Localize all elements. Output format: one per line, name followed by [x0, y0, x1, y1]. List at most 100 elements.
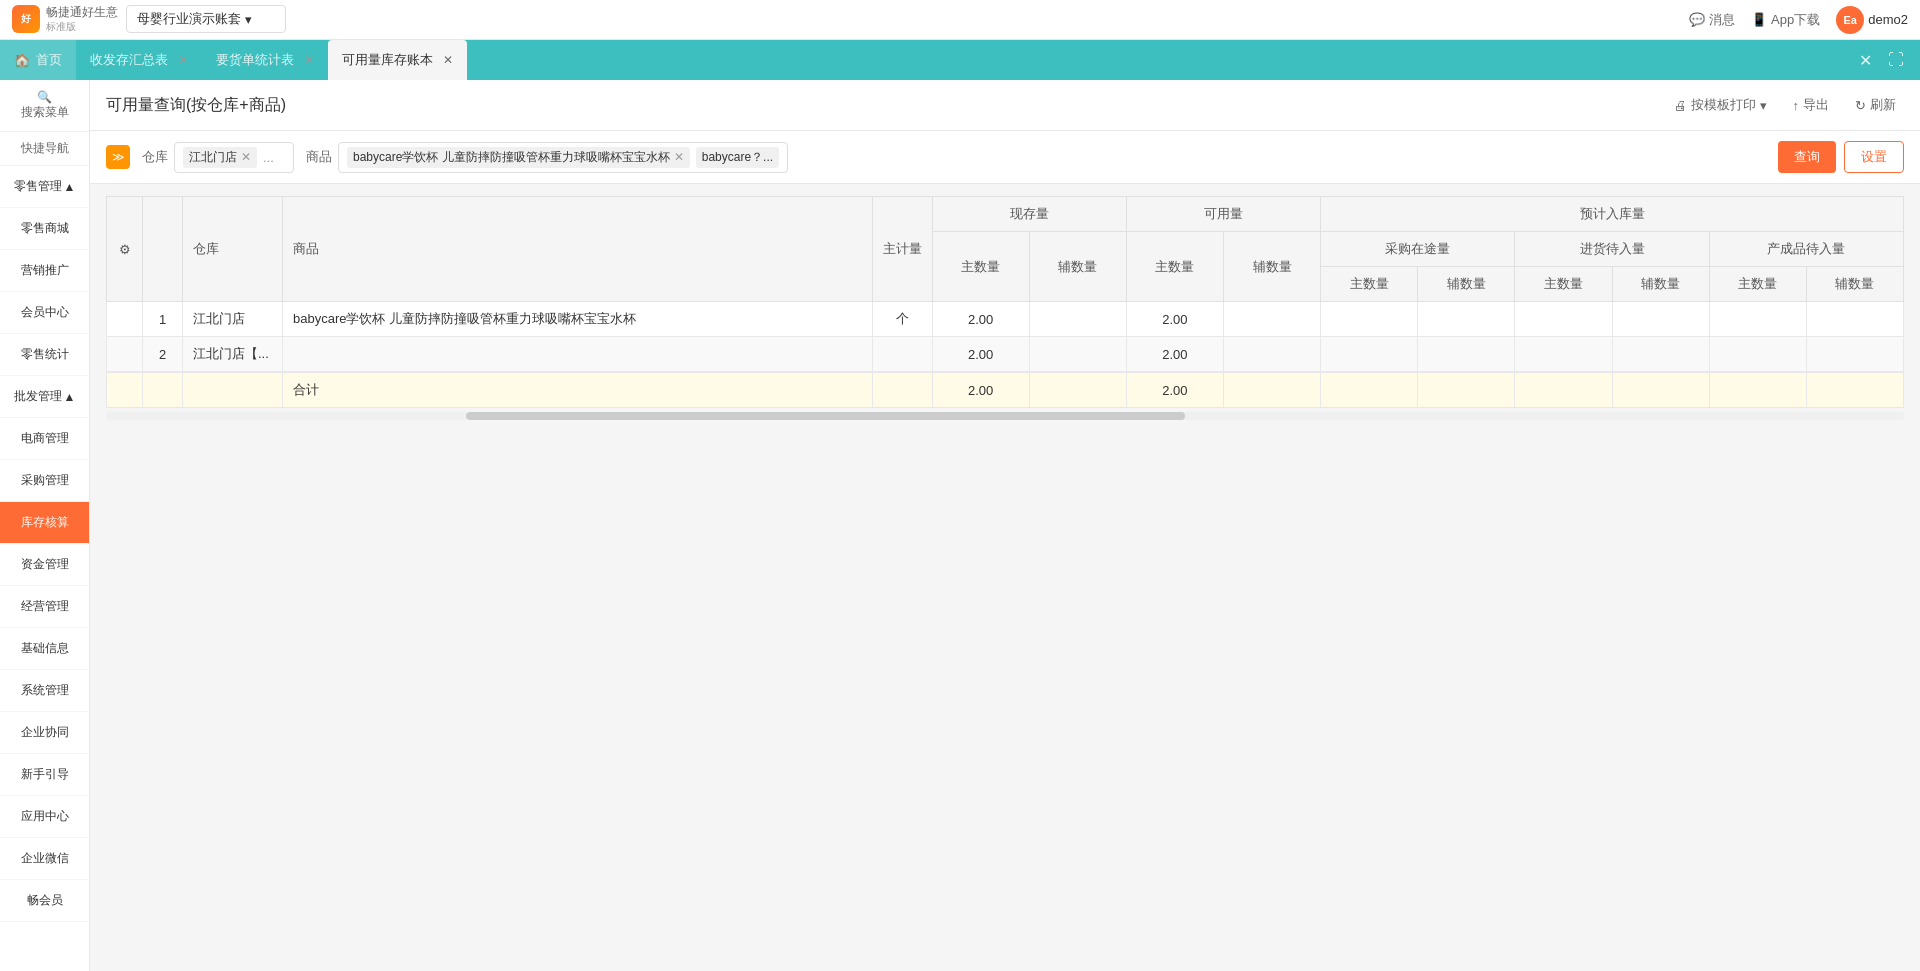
export-btn[interactable]: ↑ 导出 — [1785, 92, 1838, 118]
print-btn[interactable]: 🖨 按模板打印 ▾ — [1666, 92, 1775, 118]
col-purchase-main: 主数量 — [1321, 267, 1418, 302]
logo-area: 好 畅捷通好生意 标准版 — [12, 5, 118, 33]
warehouse-filter-label: 仓库 — [142, 148, 168, 166]
footer-label: 合计 — [283, 372, 873, 408]
col-product-header: 商品 — [283, 197, 873, 302]
sidebar-item-marketing[interactable]: 营销推广 — [0, 250, 89, 292]
tab-order-close[interactable]: ✕ — [304, 53, 314, 67]
sidebar-item-wholesale[interactable]: 批发管理 ▲ — [0, 376, 89, 418]
sidebar-nav-label: 快捷导航 — [21, 141, 69, 155]
col-products-main: 主数量 — [1709, 267, 1806, 302]
refresh-btn[interactable]: ↻ 刷新 — [1847, 92, 1904, 118]
sidebar-item-guide[interactable]: 新手引导 — [0, 754, 89, 796]
print-icon: 🖨 — [1674, 98, 1687, 113]
row1-avail-aux — [1223, 302, 1320, 337]
sidebar-item-system-label: 系统管理 — [21, 682, 69, 699]
row2-current-aux — [1029, 337, 1126, 373]
row1-incoming-aux — [1612, 302, 1709, 337]
tab-bar: 🏠 首页 收发存汇总表 ✕ 要货单统计表 ✕ 可用量库存账本 ✕ ✕ ⛶ — [0, 40, 1920, 80]
sidebar-item-retail-mall[interactable]: 零售商城 — [0, 208, 89, 250]
product-input[interactable]: babycare学饮杯 儿童防摔防撞吸管杯重力球吸嘴杯宝宝水杯 ✕ babyca… — [338, 142, 788, 173]
product-tag-value: babycare学饮杯 儿童防摔防撞吸管杯重力球吸嘴杯宝宝水杯 — [353, 149, 670, 166]
warehouse-input[interactable]: 江北门店 ✕ ... — [174, 142, 294, 173]
sidebar-item-finance[interactable]: 资金管理 — [0, 544, 89, 586]
export-label: 导出 — [1803, 96, 1829, 114]
tab-receive[interactable]: 收发存汇总表 ✕ — [76, 40, 202, 80]
sidebar-item-app-center-label: 应用中心 — [21, 808, 69, 825]
sidebar-item-retail-mgmt[interactable]: 零售管理 ▲ — [0, 166, 89, 208]
top-bar: 好 畅捷通好生意 标准版 母婴行业演示账套 ▾ 💬 消息 📱 App下载 Ea … — [0, 0, 1920, 40]
sidebar-item-ecommerce[interactable]: 电商管理 — [0, 418, 89, 460]
footer-products-aux — [1806, 372, 1903, 408]
sidebar-item-wholesale-label: 批发管理 — [14, 388, 62, 405]
message-icon: 💬 — [1689, 12, 1705, 27]
row1-avail-main: 2.00 — [1126, 302, 1223, 337]
filter-toggle[interactable]: ≫ — [106, 145, 130, 169]
tab-order[interactable]: 要货单统计表 ✕ — [202, 40, 328, 80]
col-warehouse-header: 仓库 — [183, 197, 283, 302]
footer-products-main — [1709, 372, 1806, 408]
sidebar-item-operations[interactable]: 经营管理 — [0, 586, 89, 628]
tab-home-label: 首页 — [36, 51, 62, 69]
page-title: 可用量查询(按仓库+商品) — [106, 95, 286, 116]
sidebar-item-purchase[interactable]: 采购管理 — [0, 460, 89, 502]
chevron-down-icon: ▾ — [245, 12, 252, 27]
tab-home[interactable]: 🏠 首页 — [0, 40, 76, 80]
logo-sub: 标准版 — [46, 20, 118, 34]
query-button[interactable]: 查询 — [1778, 141, 1836, 173]
sidebar-item-member[interactable]: 会员中心 — [0, 292, 89, 334]
table-container: ⚙ 仓库 商品 主计量 现存量 可用量 预计入库量 主数量 辅数量 主数量 辅数… — [90, 184, 1920, 971]
horizontal-scrollbar[interactable] — [106, 412, 1904, 420]
scrollbar-thumb[interactable] — [466, 412, 1185, 420]
col-seq — [143, 197, 183, 302]
sidebar-nav[interactable]: 快捷导航 — [0, 132, 89, 166]
sidebar-item-wechat[interactable]: 企业微信 — [0, 838, 89, 880]
sidebar-item-finance-label: 资金管理 — [21, 556, 69, 573]
row1-purchase-aux — [1418, 302, 1515, 337]
col-products-aux: 辅数量 — [1806, 267, 1903, 302]
footer-incoming-main — [1515, 372, 1612, 408]
col-products-pending-header: 产成品待入量 — [1709, 232, 1903, 267]
row1-incoming-main — [1515, 302, 1612, 337]
sidebar-item-inventory[interactable]: 库存核算 — [0, 502, 89, 544]
sidebar-item-purchase-label: 采购管理 — [21, 472, 69, 489]
row2-products-main — [1709, 337, 1806, 373]
col-purchase-aux: 辅数量 — [1418, 267, 1515, 302]
warehouse-more[interactable]: ... — [263, 150, 274, 165]
row2-warehouse: 江北门店【... — [183, 337, 283, 373]
app-download-action[interactable]: 📱 App下载 — [1751, 11, 1820, 29]
refresh-icon: ↻ — [1855, 98, 1866, 113]
settings-button[interactable]: 设置 — [1844, 141, 1904, 173]
sidebar-search[interactable]: 🔍 搜索菜单 — [0, 80, 89, 132]
product-tag: babycare学饮杯 儿童防摔防撞吸管杯重力球吸嘴杯宝宝水杯 ✕ — [347, 147, 690, 168]
tab-expand-icon[interactable]: ⛶ — [1884, 47, 1908, 73]
row1-products-aux — [1806, 302, 1903, 337]
row1-purchase-main — [1321, 302, 1418, 337]
product-tag-more-value: babycare？... — [702, 149, 773, 166]
sidebar-item-basics-label: 基础信息 — [21, 640, 69, 657]
product-tag-close[interactable]: ✕ — [674, 150, 684, 164]
col-settings[interactable]: ⚙ — [107, 197, 143, 302]
warehouse-tag: 江北门店 ✕ — [183, 147, 257, 168]
chevron-wholesale-icon: ▲ — [64, 390, 76, 404]
sidebar-item-system[interactable]: 系统管理 — [0, 670, 89, 712]
tab-receive-close[interactable]: ✕ — [178, 53, 188, 67]
user-action[interactable]: Ea demo2 — [1836, 6, 1908, 34]
row1-settings[interactable] — [107, 302, 143, 337]
sidebar-item-vip[interactable]: 畅会员 — [0, 880, 89, 922]
row2-purchase-main — [1321, 337, 1418, 373]
industry-selector[interactable]: 母婴行业演示账套 ▾ — [126, 5, 286, 33]
table-footer-row: 合计 2.00 2.00 — [107, 372, 1904, 408]
warehouse-tag-close[interactable]: ✕ — [241, 150, 251, 164]
tab-available-close[interactable]: ✕ — [443, 53, 453, 67]
sidebar-item-app-center[interactable]: 应用中心 — [0, 796, 89, 838]
row2-incoming-main — [1515, 337, 1612, 373]
row2-settings[interactable] — [107, 337, 143, 373]
sidebar-item-retail-stats[interactable]: 零售统计 — [0, 334, 89, 376]
sidebar-item-basics[interactable]: 基础信息 — [0, 628, 89, 670]
message-action[interactable]: 💬 消息 — [1689, 11, 1735, 29]
sidebar-item-member-label: 会员中心 — [21, 304, 69, 321]
tab-close-all-icon[interactable]: ✕ — [1855, 47, 1876, 74]
sidebar-item-enterprise[interactable]: 企业协同 — [0, 712, 89, 754]
tab-available[interactable]: 可用量库存账本 ✕ — [328, 40, 467, 80]
